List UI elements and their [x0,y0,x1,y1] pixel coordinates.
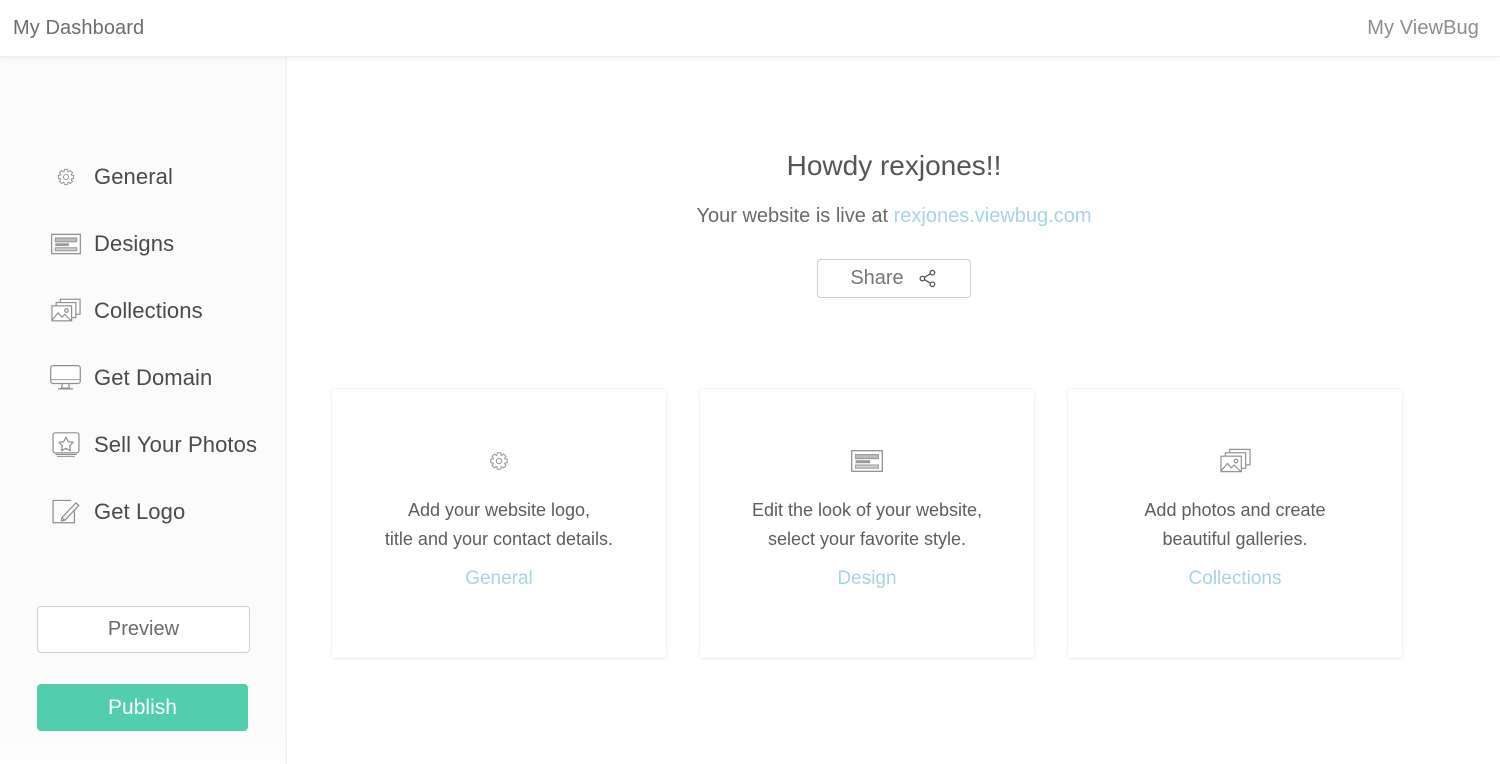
publish-button[interactable]: Publish [37,684,248,731]
sidebar-nav: General Designs Collections Get Domain S… [0,143,286,545]
gear-icon [50,162,81,192]
monitor-icon [50,363,81,393]
card-description-line-2: title and your contact details. [384,529,614,549]
layout-icon [851,446,883,476]
page-title: My Dashboard [13,16,145,39]
site-live-line: Your website is live at rexjones.viewbug… [288,202,1500,230]
sidebar-item-get-logo[interactable]: Get Logo [0,478,286,545]
card-description-line-2: select your favorite style. [767,529,967,549]
card-description-line-1: Add photos and create [1144,500,1326,520]
sidebar: General Designs Collections Get Domain S… [0,57,287,764]
pencil-square-icon [50,497,81,527]
sidebar-item-label: Collections [94,297,203,323]
photo-stack-icon [1219,446,1251,476]
sidebar-actions: Preview Publish [0,606,286,731]
card-description: Add photos and create beautiful gallerie… [1144,496,1325,554]
card-description: Add your website logo, title and your co… [385,496,613,554]
sidebar-item-get-domain[interactable]: Get Domain [0,344,286,411]
card-description-line-1: Add your website logo, [407,500,591,520]
gear-icon [484,446,514,476]
sidebar-item-label: Get Logo [94,498,186,524]
preview-button[interactable]: Preview [37,606,250,653]
sidebar-item-designs[interactable]: Designs [0,210,286,277]
share-button-row: Share [288,259,1500,298]
share-button[interactable]: Share [817,259,971,298]
photo-stack-icon [50,296,81,326]
greeting-heading: Howdy rexjones!! [786,150,1002,181]
sidebar-item-label: General [94,163,173,189]
sidebar-item-collections[interactable]: Collections [0,277,286,344]
shortcut-cards: Add your website logo, title and your co… [332,389,1402,658]
top-bar: My Dashboard My ViewBug [0,0,1500,57]
card-link-design[interactable]: Design [837,565,896,593]
share-icon [917,268,938,289]
main-content: Howdy rexjones!! Your website is live at… [288,57,1500,764]
card-link-general[interactable]: General [465,565,533,593]
sidebar-item-general[interactable]: General [0,143,286,210]
card-general[interactable]: Add your website logo, title and your co… [332,389,666,658]
card-link-collections[interactable]: Collections [1189,565,1282,593]
share-button-label: Share [850,267,904,289]
dashboard-page: My Dashboard My ViewBug General Designs … [0,0,1500,764]
card-description-line-1: Edit the look of your website, [751,500,983,520]
sidebar-item-label: Get Domain [94,364,213,390]
site-url-link[interactable]: rexjones.viewbug.com [894,205,1092,227]
card-design[interactable]: Edit the look of your website, select yo… [700,389,1034,658]
card-description-line-2: beautiful galleries. [1162,529,1308,549]
site-live-prefix: Your website is live at [696,205,894,227]
layout-icon [50,229,81,259]
star-frame-icon [50,430,81,460]
card-description: Edit the look of your website, select yo… [752,496,982,554]
sidebar-item-label: Designs [94,230,175,256]
account-link[interactable]: My ViewBug [1367,17,1479,40]
sidebar-item-label: Sell Your Photos [94,431,258,457]
card-collections[interactable]: Add photos and create beautiful gallerie… [1068,389,1402,658]
sidebar-item-sell-your-photos[interactable]: Sell Your Photos [0,411,286,478]
